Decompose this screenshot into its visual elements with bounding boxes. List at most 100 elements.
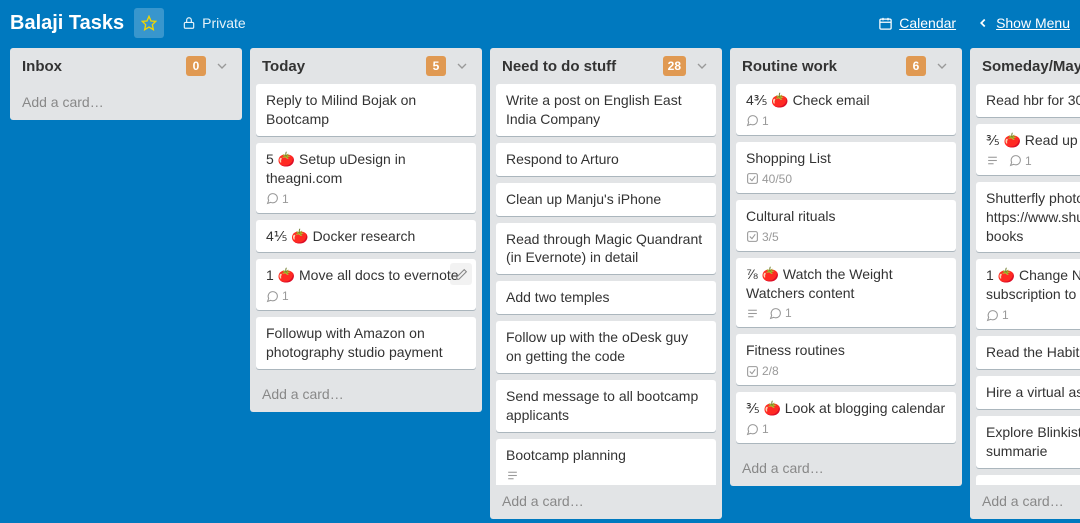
add-card-button[interactable]: Add a card… <box>730 452 962 486</box>
list-name[interactable]: Today <box>262 58 426 75</box>
add-card-button[interactable]: Add a card… <box>970 485 1080 519</box>
chevron-left-icon <box>976 16 990 30</box>
list-count-badge: 5 <box>426 56 446 76</box>
comment-icon <box>986 309 999 322</box>
card-edit-button[interactable] <box>450 263 472 285</box>
card[interactable]: Read through Magic Quandrant (in Evernot… <box>496 223 716 275</box>
list-header: Inbox0 <box>10 48 242 80</box>
card-title: 4⅗ 🍅 Check email <box>746 91 946 110</box>
list-name[interactable]: Need to do stuff <box>502 58 663 75</box>
card-badges: 1 <box>986 154 1080 168</box>
card[interactable]: Write a post on English East India Compa… <box>496 84 716 136</box>
card-title: Followup with Amazon on photography stud… <box>266 324 466 362</box>
card[interactable]: ⅞ 🍅 Watch the Weight Watchers content1 <box>736 258 956 328</box>
description-icon <box>986 154 999 167</box>
card[interactable]: Shutterfly photo book https://www.shutte… <box>976 182 1080 253</box>
list-cards: Write a post on English East India Compa… <box>490 80 722 485</box>
comments-badge: 1 <box>266 192 289 206</box>
card[interactable]: ⅗ 🍅 Read up on …1 <box>976 124 1080 175</box>
card[interactable]: Follow up with the oDesk guy on getting … <box>496 321 716 373</box>
add-card-button[interactable]: Add a card… <box>250 378 482 412</box>
list-name[interactable]: Someday/Maybe <box>982 58 1080 75</box>
board-title[interactable]: Balaji Tasks <box>10 12 124 35</box>
list: Someday/Maybe Read hbr for 30 minutes ⅗ 🍅 … <box>970 48 1080 519</box>
card-title: Cultural rituals <box>746 207 946 226</box>
description-badge <box>746 307 759 320</box>
card[interactable]: Shopping List40/50 <box>736 142 956 193</box>
card[interactable]: Add people to M… website <box>976 475 1080 485</box>
card-title: Send message to all bootcamp applicants <box>506 387 706 425</box>
list-name[interactable]: Routine work <box>742 58 906 75</box>
card[interactable]: ⅗ 🍅 Look at blogging calendar1 <box>736 392 956 443</box>
card[interactable]: Respond to Arturo <box>496 143 716 176</box>
star-button[interactable] <box>134 8 164 38</box>
card[interactable]: Read the Habits book <box>976 336 1080 369</box>
comments-count: 1 <box>762 422 769 436</box>
calendar-label: Calendar <box>899 15 956 31</box>
add-card-button[interactable]: Add a card… <box>490 485 722 519</box>
card-title: Write a post on English East India Compa… <box>506 91 706 129</box>
comments-count: 1 <box>762 114 769 128</box>
privacy-button[interactable]: Private <box>172 8 256 38</box>
calendar-button[interactable]: Calendar <box>878 15 956 31</box>
card-title: Clean up Manju's iPhone <box>506 190 706 209</box>
list-count-badge: 28 <box>663 56 686 76</box>
list-menu-button[interactable] <box>692 56 712 76</box>
board-header: Balaji Tasks Private Calendar Show Menu <box>0 0 1080 48</box>
description-icon <box>746 307 759 320</box>
list-header: Routine work6 <box>730 48 962 80</box>
card[interactable]: Cultural rituals3/5 <box>736 200 956 251</box>
card-badges <box>506 469 706 482</box>
show-menu-label: Show Menu <box>996 15 1070 31</box>
checklist-icon <box>746 172 759 185</box>
checklist-icon <box>746 230 759 243</box>
star-icon <box>141 15 157 31</box>
card[interactable]: Followup with Amazon on photography stud… <box>256 317 476 369</box>
card[interactable]: 5 🍅 Setup uDesign in theagni.com1 <box>256 143 476 213</box>
description-icon <box>506 469 519 482</box>
card[interactable]: Bootcamp planning <box>496 439 716 485</box>
card[interactable]: 4⅗ 🍅 Check email 1 <box>736 84 956 135</box>
comments-count: 1 <box>282 289 289 303</box>
chevron-down-icon <box>214 58 230 74</box>
lock-icon <box>182 16 196 30</box>
list-menu-button[interactable] <box>452 56 472 76</box>
comment-icon <box>1009 154 1022 167</box>
list-cards: Reply to Milind Bojak on Bootcamp 5 🍅 Set… <box>250 80 482 378</box>
privacy-label: Private <box>202 15 246 31</box>
comments-badge: 1 <box>986 308 1009 322</box>
comments-count: 1 <box>785 306 792 320</box>
chevron-down-icon <box>454 58 470 74</box>
card[interactable]: Reply to Milind Bojak on Bootcamp <box>256 84 476 136</box>
chevron-down-icon <box>934 58 950 74</box>
pencil-icon <box>455 268 468 281</box>
card[interactable]: Hire a virtual assistant <box>976 376 1080 409</box>
card[interactable]: Add two temples <box>496 281 716 314</box>
list-menu-button[interactable] <box>932 56 952 76</box>
comment-icon <box>769 307 782 320</box>
card[interactable]: Send message to all bootcamp applicants <box>496 380 716 432</box>
card[interactable]: Clean up Manju's iPhone <box>496 183 716 216</box>
card[interactable]: 1 🍅 Move all docs to evernote 1 <box>256 259 476 310</box>
card-title: Read the Habits book <box>986 343 1080 362</box>
card[interactable]: Explore Blinkist - book summarie <box>976 416 1080 468</box>
add-card-button[interactable]: Add a card… <box>10 86 242 120</box>
comment-icon <box>266 290 279 303</box>
card-badges: 1 <box>746 114 946 128</box>
card-title: Follow up with the oDesk guy on getting … <box>506 328 706 366</box>
card-badges: 2/8 <box>746 364 946 378</box>
card[interactable]: 4⅕ 🍅 Docker research <box>256 220 476 253</box>
card-title: Hire a virtual assistant <box>986 383 1080 402</box>
card-title: Bootcamp planning <box>506 446 706 465</box>
card-title: 1 🍅 Move all docs to evernote <box>266 266 466 285</box>
list: Today5 Reply to Milind Bojak on Bootcamp 5… <box>250 48 482 412</box>
card[interactable]: Fitness routines2/8 <box>736 334 956 385</box>
card[interactable]: Read hbr for 30 minutes <box>976 84 1080 117</box>
checklist-icon <box>746 365 759 378</box>
show-menu-button[interactable]: Show Menu <box>976 15 1070 31</box>
card[interactable]: 1 🍅 Change Name subscription to M…1 <box>976 259 1080 329</box>
list-name[interactable]: Inbox <box>22 58 186 75</box>
card-title: Read hbr for 30 minutes <box>986 91 1080 110</box>
list-menu-button[interactable] <box>212 56 232 76</box>
card-title: Add people to M… website <box>986 482 1080 485</box>
